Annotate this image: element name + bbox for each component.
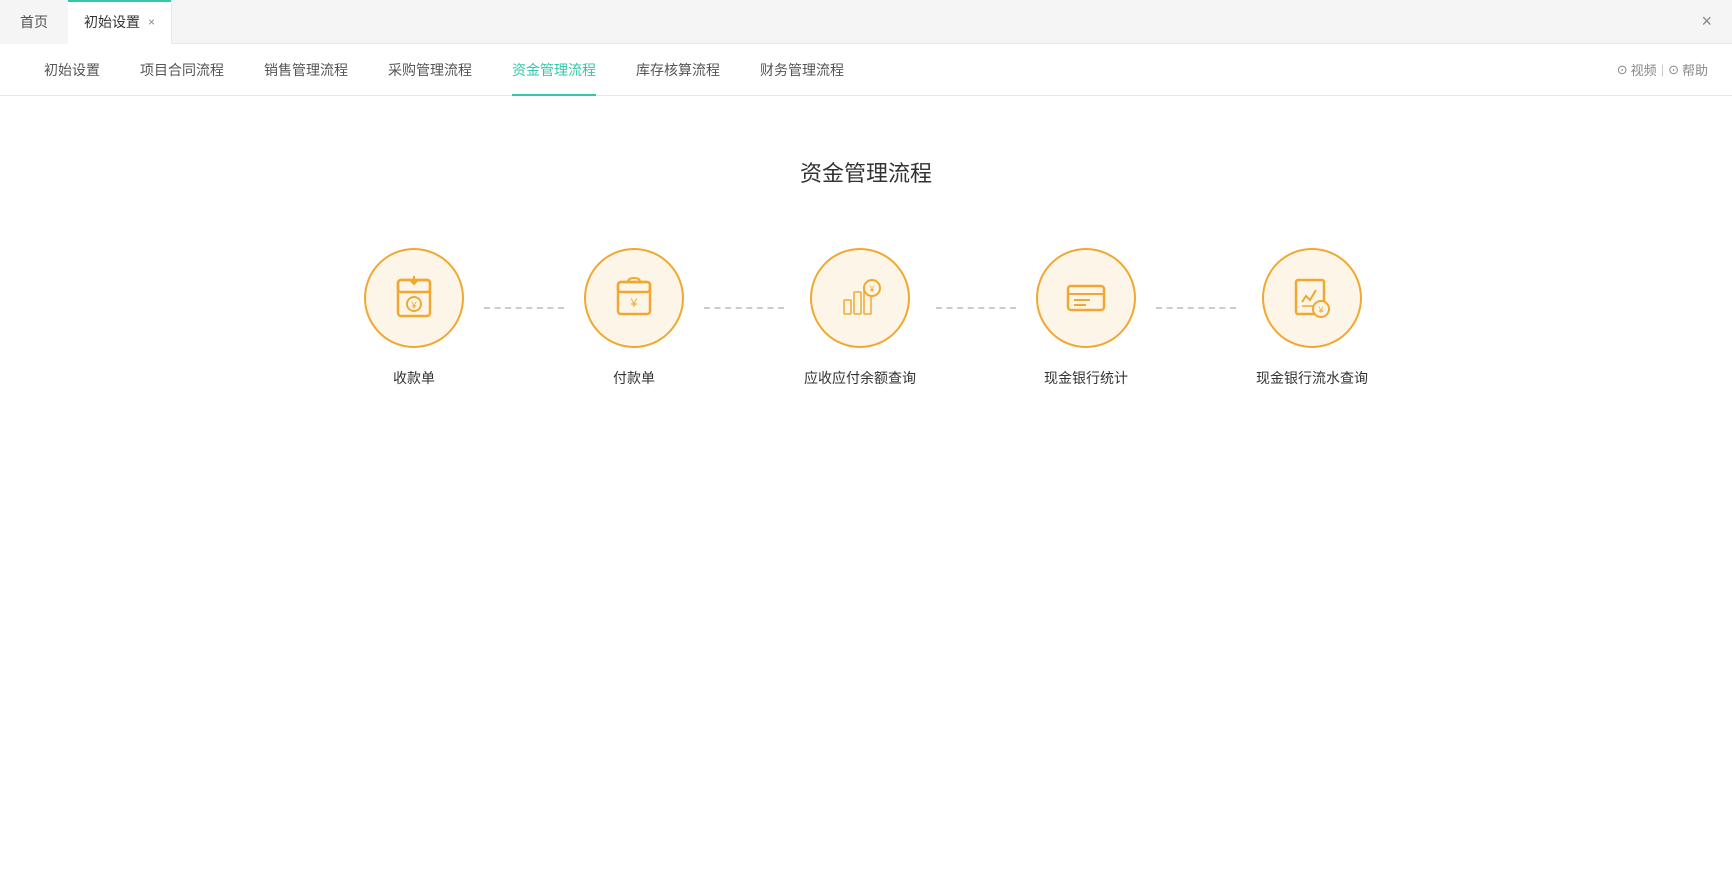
payment-icon-circle: ¥ <box>584 248 684 348</box>
help-label: 帮助 <box>1682 60 1708 79</box>
bank-flow-svg-icon: ¥ <box>1286 272 1338 324</box>
balance-icon-circle: ¥ <box>810 248 910 348</box>
bank-stat-svg-icon <box>1060 272 1112 324</box>
flow-item-bank-stat[interactable]: 现金银行统计 <box>1036 248 1136 388</box>
receipt-label: 收款单 <box>393 368 435 388</box>
bank-flow-icon-circle: ¥ <box>1262 248 1362 348</box>
bank-stat-icon-circle <box>1036 248 1136 348</box>
svg-text:¥: ¥ <box>630 296 638 310</box>
svg-text:¥: ¥ <box>868 284 875 294</box>
nav-item-inventory[interactable]: 库存核算流程 <box>616 44 740 96</box>
top-bar: 首页 初始设置 × × <box>0 0 1732 44</box>
payment-label: 付款单 <box>613 368 655 388</box>
svg-text:¥: ¥ <box>410 301 417 312</box>
bank-flow-label: 现金银行流水查询 <box>1256 368 1368 388</box>
flow-item-payment[interactable]: ¥ 付款单 <box>584 248 684 388</box>
help-link[interactable]: ⊙ 帮助 <box>1668 60 1708 79</box>
balance-svg-icon: ¥ <box>834 272 886 324</box>
nav-divider: | <box>1661 62 1664 77</box>
window-close-button[interactable]: × <box>1701 0 1732 44</box>
flow-row: ¥ 收款单 ¥ <box>364 248 1368 388</box>
page-title: 资金管理流程 <box>800 156 932 188</box>
payment-svg-icon: ¥ <box>608 272 660 324</box>
tab-close-button[interactable]: × <box>148 15 155 29</box>
balance-label: 应收应付余额查询 <box>804 368 916 388</box>
connector-3 <box>916 307 1036 309</box>
nav-right-actions: ⊙ 视频 | ⊙ 帮助 <box>1617 60 1708 79</box>
video-icon: ⊙ <box>1617 62 1628 78</box>
home-tab[interactable]: 首页 <box>0 0 68 44</box>
video-label: 视频 <box>1631 60 1657 79</box>
nav-item-sales[interactable]: 销售管理流程 <box>244 44 368 96</box>
connector-2 <box>684 307 804 309</box>
main-content: 资金管理流程 ¥ 收款单 <box>0 96 1732 388</box>
video-link[interactable]: ⊙ 视频 <box>1617 60 1657 79</box>
nav-item-initial[interactable]: 初始设置 <box>24 44 120 96</box>
connector-1 <box>464 307 584 309</box>
flow-item-balance[interactable]: ¥ 应收应付余额查询 <box>804 248 916 388</box>
active-tab[interactable]: 初始设置 × <box>68 0 172 44</box>
dashed-line-3 <box>936 307 1016 309</box>
bank-stat-label: 现金银行统计 <box>1044 368 1128 388</box>
receipt-icon-circle: ¥ <box>364 248 464 348</box>
svg-text:¥: ¥ <box>1317 305 1324 315</box>
flow-item-receipt[interactable]: ¥ 收款单 <box>364 248 464 388</box>
nav-bar: 初始设置 项目合同流程 销售管理流程 采购管理流程 资金管理流程 库存核算流程 … <box>0 44 1732 96</box>
flow-item-bank-flow[interactable]: ¥ 现金银行流水查询 <box>1256 248 1368 388</box>
nav-item-finance[interactable]: 财务管理流程 <box>740 44 864 96</box>
nav-item-project[interactable]: 项目合同流程 <box>120 44 244 96</box>
nav-item-capital[interactable]: 资金管理流程 <box>492 44 616 96</box>
dashed-line-4 <box>1156 307 1236 309</box>
help-icon: ⊙ <box>1668 62 1679 78</box>
dashed-line-2 <box>704 307 784 309</box>
tab-indicator <box>68 0 171 2</box>
nav-item-purchase[interactable]: 采购管理流程 <box>368 44 492 96</box>
active-tab-label: 初始设置 <box>84 12 140 32</box>
connector-4 <box>1136 307 1256 309</box>
receipt-svg-icon: ¥ <box>388 272 440 324</box>
dashed-line-1 <box>484 307 564 309</box>
